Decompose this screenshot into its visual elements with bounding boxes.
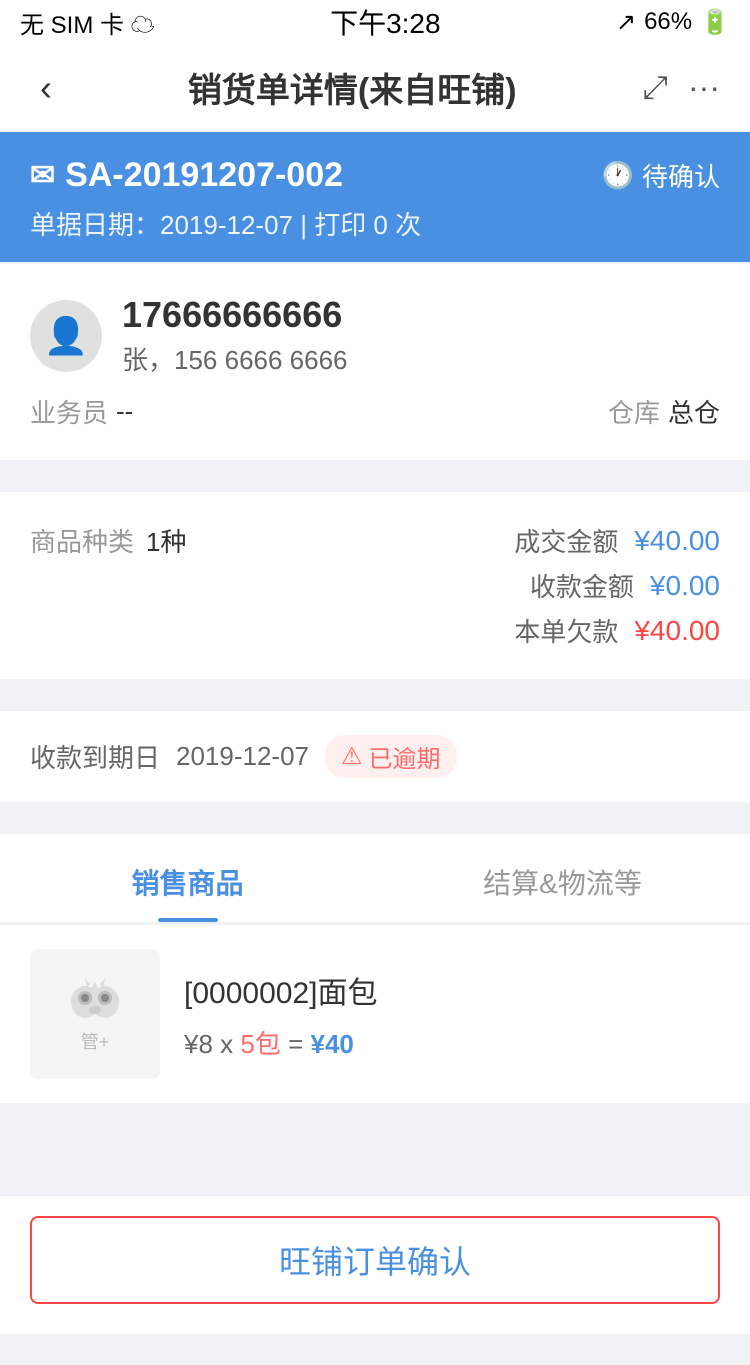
product-details: [0000002]面包 ¥8 x 5包 = ¥40 (184, 968, 720, 1061)
brand-plus: 管+ (81, 1028, 110, 1054)
overdue-badge: ⚠ 已逾期 (325, 735, 457, 778)
avatar-icon: 👤 (44, 315, 89, 357)
product-item: 管+ [0000002]面包 ¥8 x 5包 = ¥40 (30, 949, 720, 1079)
due-date-label: 收款到期日 (30, 738, 160, 775)
share-icon[interactable]: ⤢ (642, 69, 668, 107)
status-bar: 无 SIM 卡 ☁ 下午3:28 ↗ 66% 🔋 (0, 0, 750, 44)
summary-card: 商品种类 1种 成交金额 ¥40.00 收款金额 ¥0.00 本单欠款 ¥40.… (0, 492, 750, 679)
product-type: 商品种类 1种 (30, 522, 186, 559)
status-left: 无 SIM 卡 ☁ (20, 5, 155, 40)
salesperson-item: 业务员 -- (30, 393, 133, 430)
order-date: 单据日期：2019-12-07 | 打印 0 次 (30, 205, 720, 242)
battery-icon: 🔋 (700, 8, 730, 37)
order-icon: ✉ (30, 158, 55, 193)
balance-value: ¥40.00 (634, 615, 720, 647)
equals: = (288, 1029, 303, 1059)
status-right: ↗ 66% 🔋 (616, 8, 730, 37)
product-name: [0000002]面包 (184, 968, 720, 1012)
warehouse-label: 仓库 (608, 393, 660, 430)
overdue-icon: ⚠ (341, 742, 363, 771)
avatar: 👤 (30, 300, 102, 372)
product-image: 管+ (30, 949, 160, 1079)
page-title: 销货单详情(来自旺铺) (188, 63, 517, 112)
product-type-label: 商品种类 (30, 522, 134, 559)
balance-row: 本单欠款 ¥40.00 (514, 612, 720, 649)
more-icon[interactable]: ··· (688, 69, 720, 106)
bottom-button-container: 旺铺订单确认 (0, 1195, 750, 1334)
customer-info: 👤 17666666666 张，156 6666 6666 (30, 294, 720, 377)
tabs: 销售商品 结算&物流等 (0, 834, 750, 923)
tab-products[interactable]: 销售商品 (0, 834, 375, 922)
customer-phone: 17666666666 (122, 294, 348, 336)
amount-label: 成交金额 (514, 522, 618, 559)
divider-2 (0, 679, 750, 695)
sim-status: 无 SIM 卡 ☁ (20, 5, 155, 40)
order-header: ✉ SA-20191207-002 🕐 待确认 单据日期：2019-12-07 … (0, 132, 750, 262)
salesperson-label: 业务员 (30, 393, 108, 430)
received-value: ¥0.00 (650, 570, 720, 602)
price-total: ¥40 (311, 1029, 354, 1059)
status-time: 下午3:28 (330, 2, 441, 42)
due-date-value: 2019-12-07 (176, 741, 309, 772)
balance-label: 本单欠款 (514, 612, 618, 649)
customer-card: 👤 17666666666 张，156 6666 6666 业务员 -- 仓库 … (0, 264, 750, 460)
due-date-card: 收款到期日 2019-12-07 ⚠ 已逾期 (0, 711, 750, 802)
warehouse-value: 总仓 (668, 393, 720, 430)
salesperson-value: -- (116, 396, 133, 427)
nav-actions: ⤢ ··· (642, 69, 720, 107)
product-price: ¥8 x 5包 = ¥40 (184, 1024, 720, 1061)
amounts: 成交金额 ¥40.00 收款金额 ¥0.00 本单欠款 ¥40.00 (514, 522, 720, 649)
product-section: 管+ [0000002]面包 ¥8 x 5包 = ¥40 (0, 925, 750, 1103)
overdue-text: 已逾期 (369, 739, 441, 774)
price-text: ¥8 x (184, 1029, 233, 1059)
back-button[interactable]: ‹ (30, 57, 62, 119)
confirm-button[interactable]: 旺铺订单确认 (30, 1216, 720, 1304)
order-id: ✉ SA-20191207-002 (30, 156, 343, 195)
customer-meta: 业务员 -- 仓库 总仓 (30, 393, 720, 430)
order-header-top: ✉ SA-20191207-002 🕐 待确认 (30, 156, 720, 195)
customer-details: 17666666666 张，156 6666 6666 (122, 294, 348, 377)
received-row: 收款金额 ¥0.00 (530, 567, 720, 604)
divider-3 (0, 802, 750, 818)
received-label: 收款金额 (530, 567, 634, 604)
signal-icon: ↗ (616, 8, 636, 37)
product-type-value: 1种 (146, 522, 186, 559)
customer-name: 张，156 6666 6666 (122, 340, 348, 377)
clock-icon: 🕐 (602, 160, 634, 191)
order-status: 🕐 待确认 (602, 157, 720, 194)
tab-settlement[interactable]: 结算&物流等 (375, 834, 750, 922)
owl-svg (65, 974, 125, 1024)
amount-row: 成交金额 ¥40.00 (514, 522, 720, 559)
price-qty: 5包 (240, 1029, 280, 1059)
warehouse-item: 仓库 总仓 (608, 393, 720, 430)
battery-level: 66% (644, 8, 692, 36)
nav-bar: ‹ 销货单详情(来自旺铺) ⤢ ··· (0, 44, 750, 132)
product-placeholder: 管+ (65, 974, 125, 1054)
divider-1 (0, 460, 750, 476)
amount-value: ¥40.00 (634, 525, 720, 557)
